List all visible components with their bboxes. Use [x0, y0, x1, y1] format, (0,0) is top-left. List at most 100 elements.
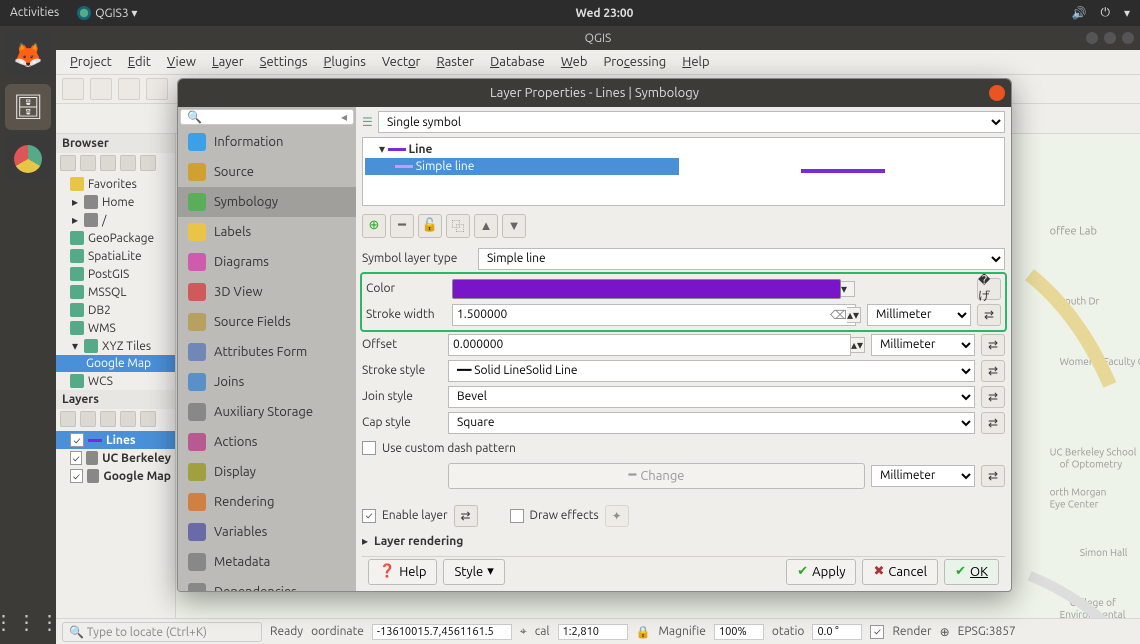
activities-button[interactable]: Activities — [10, 6, 59, 19]
menu-web[interactable]: Web — [555, 53, 594, 71]
browser-mssql[interactable]: MSSQL — [56, 283, 175, 301]
browser-root[interactable]: ▸/ — [56, 211, 175, 229]
browser-wms[interactable]: WMS — [56, 319, 175, 337]
help-button[interactable]: ❓Help — [368, 559, 437, 585]
menu-processing[interactable]: Processing — [597, 53, 672, 71]
stroke-width-unit[interactable]: Millimeter — [867, 304, 971, 326]
nav-display[interactable]: Display — [178, 457, 356, 487]
dash-checkbox[interactable] — [362, 441, 376, 455]
menu-plugins[interactable]: Plugins — [318, 53, 372, 71]
tb-saveas[interactable] — [146, 78, 168, 100]
menu-layer[interactable]: Layer — [206, 53, 250, 71]
lock-symbol-button[interactable]: 🔓 — [418, 214, 442, 238]
status-coord[interactable] — [372, 624, 512, 640]
status-scale[interactable] — [558, 624, 628, 640]
remove-symbol-button[interactable]: ━ — [390, 214, 414, 238]
dialog-search-input[interactable]: 🔍◂ — [180, 109, 354, 125]
data-defined-button[interactable]: ⇄ — [454, 505, 478, 527]
dropdown-icon[interactable]: ▾ — [1124, 6, 1130, 20]
stroke-width-input[interactable] — [452, 304, 856, 326]
close-icon[interactable] — [1122, 32, 1134, 44]
menu-settings[interactable]: Settings — [254, 53, 314, 71]
join-style-select[interactable]: Bevel — [448, 386, 975, 408]
browser-spatialite[interactable]: SpatiaLite — [56, 247, 175, 265]
maximize-icon[interactable] — [1104, 32, 1116, 44]
draw-effects-checkbox[interactable] — [510, 509, 524, 523]
apply-button[interactable]: ✔Apply — [786, 559, 856, 585]
layer-rendering-expander[interactable]: ▸ Layer rendering — [362, 531, 1005, 552]
nav-metadata[interactable]: Metadata — [178, 547, 356, 577]
browser-favorites[interactable]: Favorites — [56, 175, 175, 193]
browser-db2[interactable]: DB2 — [56, 301, 175, 319]
dialog-close-button[interactable] — [989, 85, 1005, 101]
cap-style-select[interactable]: Square — [448, 412, 975, 434]
browser-xyz[interactable]: ▾XYZ Tiles — [56, 337, 175, 355]
movedown-button[interactable]: ▼ — [502, 214, 526, 238]
crs-icon[interactable]: ⊕ — [940, 625, 950, 639]
nav-actions[interactable]: Actions — [178, 427, 356, 457]
nav-diagrams[interactable]: Diagrams — [178, 247, 356, 277]
browser-home[interactable]: ▸Home — [56, 193, 175, 211]
ok-button[interactable]: ✔OK — [944, 559, 999, 585]
nav-source-fields[interactable]: Source Fields — [178, 307, 356, 337]
data-defined-button[interactable]: ⇄ — [981, 386, 1005, 408]
volume-icon[interactable]: 🔊 — [1072, 6, 1087, 20]
status-mag[interactable] — [714, 624, 764, 640]
layer-lines[interactable]: ✓ Lines — [56, 431, 175, 449]
topbar-clock[interactable]: Wed 23:00 — [137, 7, 1071, 20]
style-button[interactable]: Style ▾ — [443, 559, 504, 585]
browser-geopackage[interactable]: GeoPackage — [56, 229, 175, 247]
checkbox-icon[interactable]: ✓ — [70, 433, 84, 447]
layer-type-select[interactable]: Simple line — [478, 248, 1005, 270]
checkbox-icon[interactable]: ✓ — [70, 451, 82, 465]
layer-ucberkeley[interactable]: ✓ UC Berkeley — [56, 449, 175, 467]
browser-postgis[interactable]: PostGIS — [56, 265, 175, 283]
data-defined-button[interactable]: ⇄ — [981, 334, 1005, 356]
nav-dependencies[interactable]: Dependencies — [178, 577, 356, 592]
menu-view[interactable]: View — [161, 53, 202, 71]
launcher-files[interactable]: 🗄 — [5, 84, 51, 130]
color-picker[interactable] — [452, 279, 841, 299]
data-defined-button[interactable]: ⇄ — [977, 304, 1001, 326]
enable-layer-checkbox[interactable]: ✓ — [362, 509, 376, 523]
tb-open[interactable] — [90, 78, 112, 100]
status-crs[interactable]: EPSG:3857 — [958, 625, 1016, 638]
symboltree-line[interactable]: ▾ Line — [365, 140, 679, 158]
layer-googlemap[interactable]: ✓ Google Map — [56, 467, 175, 485]
spin-buttons[interactable]: ▴▾ — [847, 307, 861, 323]
symboltree-simpleline[interactable]: Simple line — [365, 158, 679, 175]
nav-rendering[interactable]: Rendering — [178, 487, 356, 517]
browser-googlemap[interactable]: Google Map — [56, 355, 175, 372]
symbol-mode-select[interactable]: Single symbol — [378, 111, 1005, 133]
data-defined-button[interactable]: ⇄ — [981, 412, 1005, 434]
launcher-apps[interactable]: ⋮⋮⋮ — [0, 610, 63, 634]
locator-input[interactable]: 🔍 Type to locate (Ctrl+K) — [62, 622, 262, 642]
tb-new[interactable] — [62, 78, 84, 100]
menu-project[interactable]: Project — [64, 53, 118, 71]
nav-variables[interactable]: Variables — [178, 517, 356, 547]
data-defined-button[interactable]: �げ — [977, 278, 1001, 300]
stroke-style-select[interactable]: ━━ Solid LineSolid Line — [448, 360, 975, 382]
nav-information[interactable]: Information — [178, 127, 356, 157]
lock-icon[interactable]: 🔒 — [636, 625, 651, 639]
nav-source[interactable]: Source — [178, 157, 356, 187]
nav-attributes-form[interactable]: Attributes Form — [178, 337, 356, 367]
duplicate-symbol-button[interactable]: ⿻ — [446, 214, 470, 238]
render-checkbox[interactable]: ✓ — [870, 625, 884, 639]
launcher-firefox[interactable]: 🦊 — [5, 32, 51, 78]
color-dropdown[interactable]: ▾ — [841, 281, 855, 297]
menu-edit[interactable]: Edit — [122, 53, 157, 71]
add-symbol-button[interactable]: ⊕ — [362, 214, 386, 238]
moveup-button[interactable]: ▲ — [474, 214, 498, 238]
tb-save[interactable] — [118, 78, 140, 100]
menu-raster[interactable]: Raster — [430, 53, 480, 71]
dash-unit[interactable]: Millimeter — [871, 465, 975, 487]
nav-auxiliary-storage[interactable]: Auxiliary Storage — [178, 397, 356, 427]
status-rot[interactable] — [812, 624, 862, 640]
nav-3d-view[interactable]: 3D View — [178, 277, 356, 307]
menu-help[interactable]: Help — [676, 53, 715, 71]
checkbox-icon[interactable]: ✓ — [70, 469, 83, 483]
clear-icon[interactable]: ⌫ — [830, 308, 847, 322]
spin-buttons[interactable]: ▴▾ — [851, 337, 865, 353]
power-icon[interactable]: ⏻ — [1100, 6, 1110, 20]
